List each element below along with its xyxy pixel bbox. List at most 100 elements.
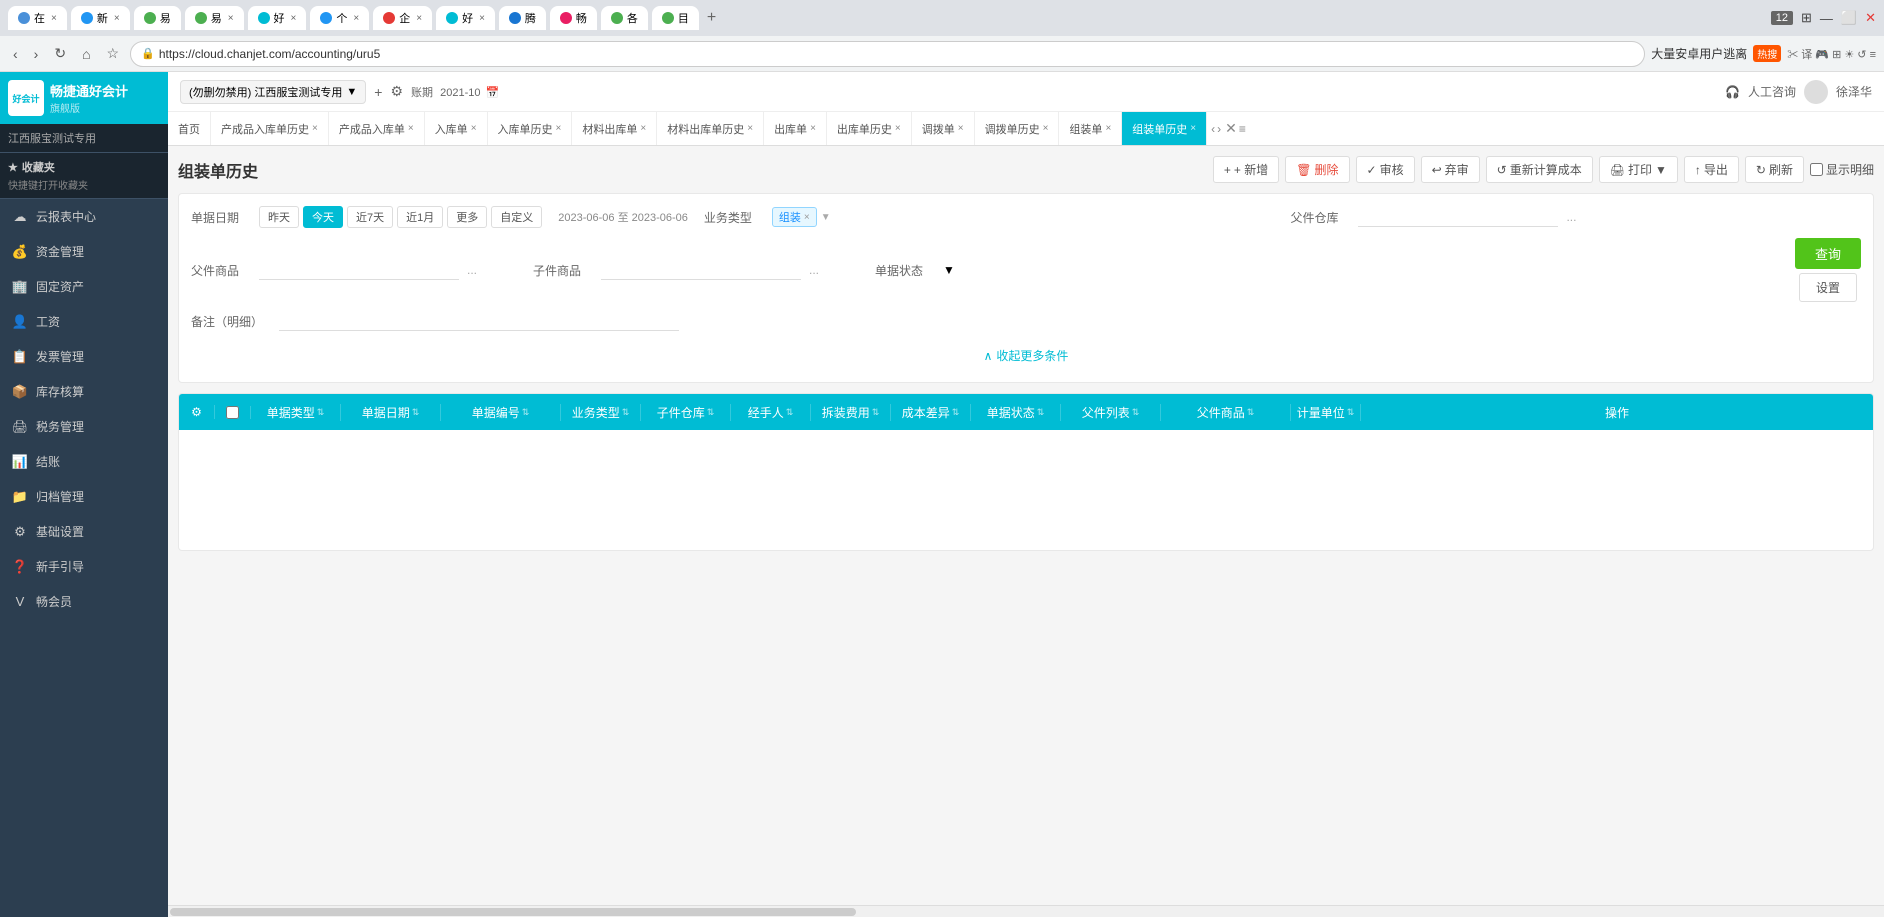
- tab-close-0[interactable]: ×: [51, 13, 57, 24]
- sidebar-item-fixed-assets[interactable]: 🏢 固定资产: [0, 269, 168, 304]
- parent-goods-input[interactable]: [259, 261, 459, 280]
- refresh-button[interactable]: ↻: [49, 43, 71, 64]
- sidebar-item-member[interactable]: V 畅会员: [0, 584, 168, 619]
- home-button[interactable]: ⌂: [77, 44, 95, 64]
- tab-close-7[interactable]: ×: [479, 13, 485, 24]
- page-tab-7[interactable]: 出库单 ×: [764, 112, 827, 145]
- browser-tab-0[interactable]: 在 ×: [8, 6, 67, 30]
- th-warehouse-sort[interactable]: ⇅: [707, 407, 715, 418]
- tab-strip-menu[interactable]: ≡: [1239, 122, 1246, 136]
- page-tab-8-close[interactable]: ×: [895, 123, 901, 134]
- show-detail-checkbox-container[interactable]: 显示明细: [1810, 161, 1874, 178]
- browser-tab-3[interactable]: 易 ×: [185, 6, 244, 30]
- order-status-dropdown[interactable]: ▼: [943, 263, 955, 277]
- browser-tab-10[interactable]: 各: [601, 6, 648, 30]
- horizontal-scrollbar[interactable]: [168, 905, 1884, 917]
- service-label[interactable]: 人工咨询: [1748, 83, 1796, 100]
- delete-button[interactable]: 🗑 删除: [1285, 156, 1349, 183]
- page-tab-12[interactable]: 组装单历史 ×: [1122, 112, 1207, 145]
- user-name[interactable]: 徐泽华: [1836, 83, 1872, 100]
- biz-type-tag-close[interactable]: ×: [804, 212, 810, 223]
- th-num[interactable]: 单据编号 ⇅: [441, 404, 561, 421]
- sidebar-item-invoice[interactable]: 📋 发票管理: [0, 339, 168, 374]
- th-gear[interactable]: ⚙: [179, 405, 215, 419]
- recalculate-button[interactable]: ↺ 重新计算成本: [1486, 156, 1593, 183]
- page-tab-4-close[interactable]: ×: [556, 123, 562, 134]
- th-parent-list-sort[interactable]: ⇅: [1132, 407, 1140, 418]
- th-type[interactable]: 单据类型 ⇅: [251, 404, 341, 421]
- sidebar-item-fund[interactable]: 💰 资金管理: [0, 234, 168, 269]
- browser-tab-5[interactable]: 个 ×: [310, 6, 369, 30]
- th-warehouse[interactable]: 子件仓库 ⇅: [641, 404, 731, 421]
- th-status-sort[interactable]: ⇅: [1037, 407, 1045, 418]
- select-all-checkbox[interactable]: [226, 406, 239, 419]
- forward-button[interactable]: ›: [29, 44, 44, 64]
- sidebar-favorites[interactable]: ★ 收藏夹 快捷键打开收藏夹: [0, 153, 168, 199]
- child-goods-input[interactable]: [601, 261, 801, 280]
- date-btn-7days[interactable]: 近7天: [347, 206, 393, 228]
- th-parent-list[interactable]: 父件列表 ⇅: [1061, 404, 1161, 421]
- settings-button[interactable]: 设置: [1799, 273, 1857, 302]
- sidebar-item-checkout[interactable]: 📊 结账: [0, 444, 168, 479]
- date-btn-today[interactable]: 今天: [303, 206, 343, 228]
- query-button[interactable]: 查询: [1795, 238, 1861, 269]
- date-btn-yesterday[interactable]: 昨天: [259, 206, 299, 228]
- th-type-sort[interactable]: ⇅: [317, 407, 325, 418]
- tab-close-4[interactable]: ×: [291, 13, 297, 24]
- page-tab-1[interactable]: 产成品入库单历史 ×: [211, 112, 329, 145]
- tab-close-3[interactable]: ×: [228, 13, 234, 24]
- tab-strip-prev[interactable]: ‹: [1211, 122, 1215, 136]
- page-tab-9[interactable]: 调拨单 ×: [912, 112, 975, 145]
- page-tab-2-close[interactable]: ×: [408, 123, 414, 134]
- page-tab-5-close[interactable]: ×: [640, 123, 646, 134]
- page-tab-5[interactable]: 材料出库单 ×: [572, 112, 657, 145]
- browser-tab-2[interactable]: 易: [134, 6, 181, 30]
- tab-close-1[interactable]: ×: [114, 13, 120, 24]
- sidebar-item-settings[interactable]: ⚙ 基础设置: [0, 514, 168, 549]
- page-tab-7-close[interactable]: ×: [810, 123, 816, 134]
- parent-goods-more[interactable]: ...: [467, 263, 477, 277]
- browser-tab-11[interactable]: 目: [652, 6, 699, 30]
- th-status[interactable]: 单据状态 ⇅: [971, 404, 1061, 421]
- tab-strip-next[interactable]: ›: [1217, 122, 1221, 136]
- tab-close-6[interactable]: ×: [416, 13, 422, 24]
- sidebar-item-payroll[interactable]: 👤 工资: [0, 304, 168, 339]
- scrollbar-thumb[interactable]: [170, 908, 856, 916]
- date-btn-custom[interactable]: 自定义: [491, 206, 542, 228]
- page-tab-4[interactable]: 入库单历史 ×: [488, 112, 573, 145]
- th-date[interactable]: 单据日期 ⇅: [341, 404, 441, 421]
- th-handler-sort[interactable]: ⇅: [786, 407, 794, 418]
- th-unit-sort[interactable]: ⇅: [1347, 407, 1355, 418]
- page-tab-6-close[interactable]: ×: [747, 123, 753, 134]
- add-company-button[interactable]: +: [374, 84, 382, 100]
- page-tab-10-close[interactable]: ×: [1043, 123, 1049, 134]
- print-button[interactable]: 🖨 打印 ▼: [1599, 156, 1678, 183]
- browser-tab-8[interactable]: 腾: [499, 6, 546, 30]
- page-tab-10[interactable]: 调拨单历史 ×: [975, 112, 1060, 145]
- browser-tab-7[interactable]: 好 ×: [436, 6, 495, 30]
- browser-tab-add[interactable]: +: [703, 9, 720, 27]
- date-btn-1month[interactable]: 近1月: [397, 206, 443, 228]
- th-cost-diff[interactable]: 成本差异 ⇅: [891, 404, 971, 421]
- parent-warehouse-input[interactable]: [1358, 208, 1558, 227]
- export-button[interactable]: ↑ 导出: [1684, 156, 1739, 183]
- remark-input[interactable]: [279, 312, 679, 331]
- biz-type-dropdown[interactable]: ▼: [821, 212, 831, 223]
- abandon-button[interactable]: ↩ 弃审: [1421, 156, 1480, 183]
- sidebar-item-inventory[interactable]: 📦 库存核算: [0, 374, 168, 409]
- address-bar[interactable]: 🔒 https://cloud.chanjet.com/accounting/u…: [130, 41, 1645, 67]
- page-tab-1-close[interactable]: ×: [312, 123, 318, 134]
- th-num-sort[interactable]: ⇅: [522, 407, 530, 418]
- th-checkbox[interactable]: [215, 406, 251, 419]
- th-parent-goods[interactable]: 父件商品 ⇅: [1161, 404, 1291, 421]
- browser-tab-1[interactable]: 新 ×: [71, 6, 130, 30]
- sidebar-item-cloud-report[interactable]: ☁ 云报表中心: [0, 199, 168, 234]
- show-detail-checkbox[interactable]: [1810, 163, 1823, 176]
- page-tab-3-close[interactable]: ×: [471, 123, 477, 134]
- review-button[interactable]: ✓ 审核: [1356, 156, 1415, 183]
- tab-close-5[interactable]: ×: [353, 13, 359, 24]
- child-goods-more[interactable]: ...: [809, 263, 819, 277]
- th-cost-diff-sort[interactable]: ⇅: [952, 407, 960, 418]
- browser-tab-4[interactable]: 好 ×: [248, 6, 307, 30]
- page-tab-11[interactable]: 组装单 ×: [1059, 112, 1122, 145]
